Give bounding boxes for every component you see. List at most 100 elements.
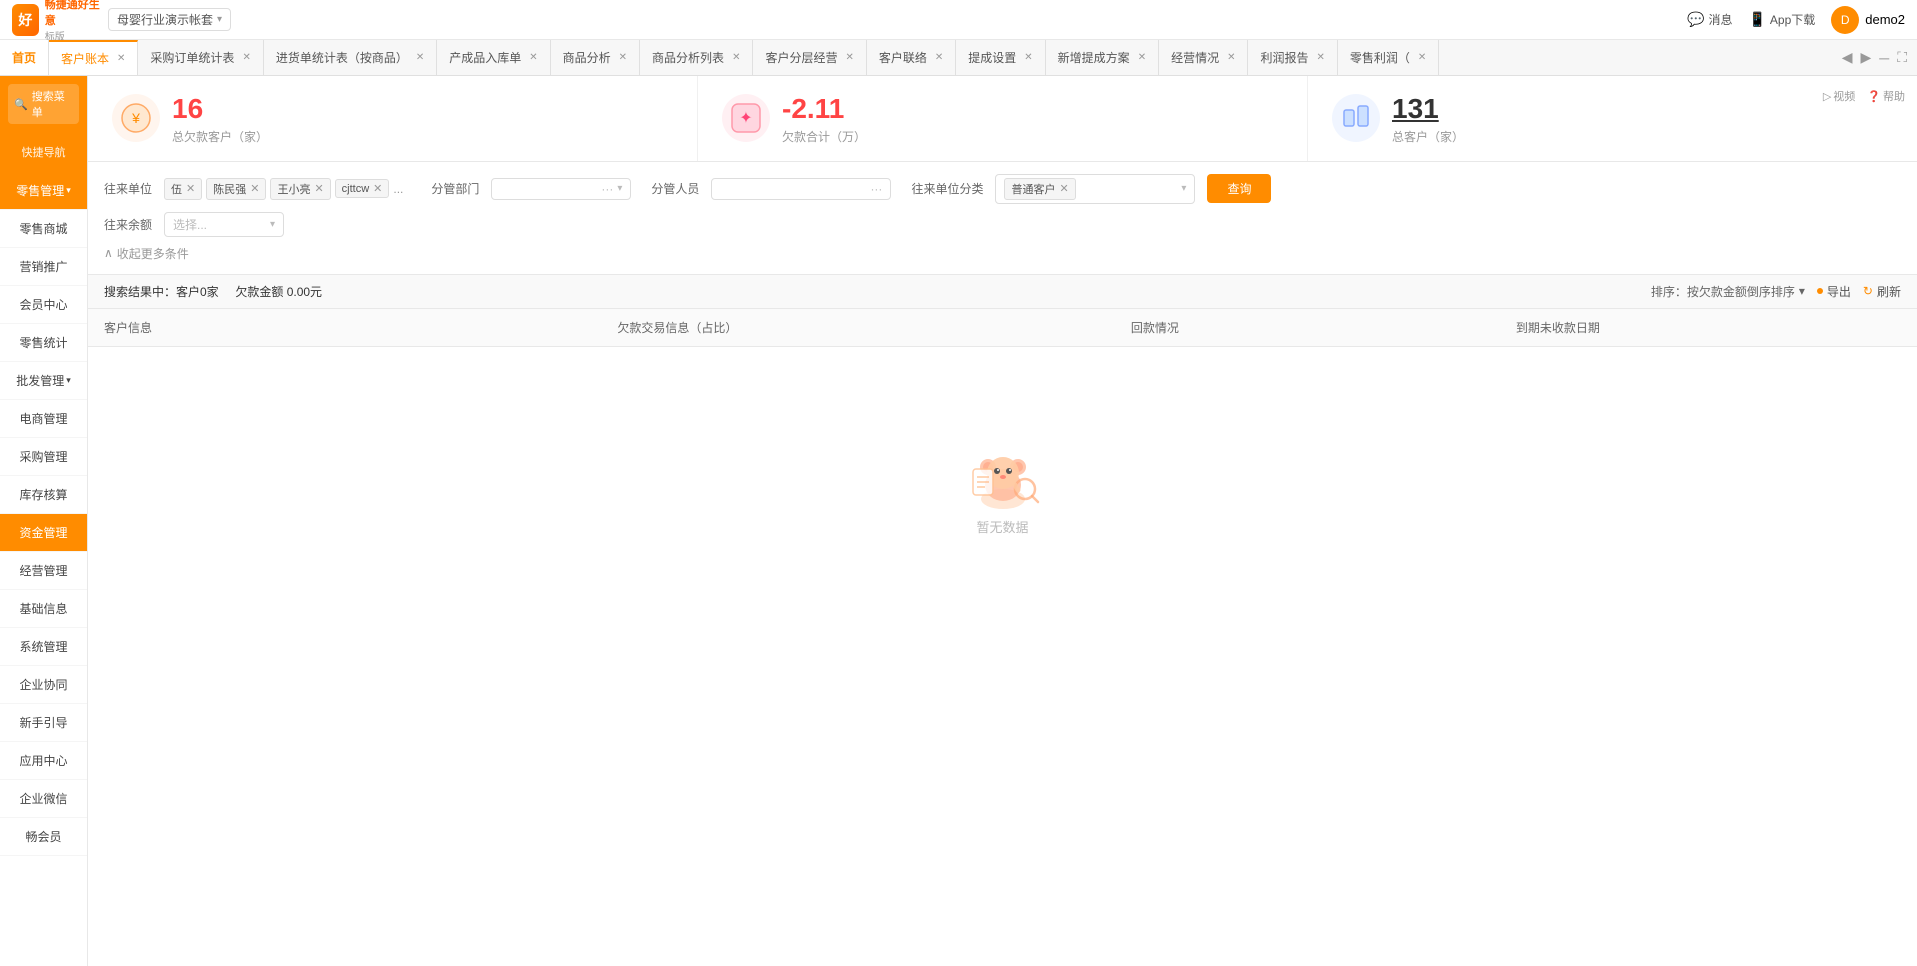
top-right-actions: 💬 消息 📱 App下载 D demo2 [1687, 6, 1905, 34]
avatar: D [1831, 6, 1859, 34]
unit-tag-chen: 陈民强 ✕ [206, 178, 266, 200]
tab-production-stock[interactable]: 产成品入库单 ✕ [437, 40, 550, 75]
user-menu-button[interactable]: D demo2 [1831, 6, 1905, 34]
tab-home[interactable]: 首页 [0, 40, 49, 75]
tab-retail-profit[interactable]: 零售利润（ ✕ [1338, 40, 1439, 75]
sidebar-item-app-center[interactable]: 应用中心 [0, 742, 87, 780]
refresh-button[interactable]: ↻ 刷新 [1863, 283, 1901, 300]
sidebar-item-retail-mall[interactable]: 零售商城 [0, 210, 87, 248]
unit-filter-label: 往来单位 [104, 180, 152, 197]
all-customers-icon [1332, 94, 1380, 142]
sidebar-item-quick-nav[interactable]: 快捷导航 [0, 136, 87, 168]
tab-customer-account[interactable]: 客户账本 ✕ [49, 40, 138, 75]
search-menu-button[interactable]: 🔍 搜索菜单 [0, 76, 87, 132]
tab-operation[interactable]: 经营情况 ✕ [1159, 40, 1248, 75]
help-button[interactable]: ❓ 帮助 [1867, 88, 1905, 104]
remove-unit-wu-button[interactable]: ✕ [186, 182, 195, 195]
search-icon: 🔍 [14, 98, 28, 111]
sidebar-item-retail-stats[interactable]: 零售统计 [0, 324, 87, 362]
chevron-icon: ▾ [66, 185, 71, 196]
app-download-button[interactable]: 📱 App下载 [1748, 11, 1815, 28]
close-icon[interactable]: ✕ [619, 52, 627, 63]
tab-maximize-icon[interactable]: ⛶ [1895, 47, 1909, 68]
sidebar-item-finance[interactable]: 资金管理 [0, 514, 87, 552]
col-debt-info: 欠款交易信息（占比） [617, 319, 1130, 336]
remove-unit-chen-button[interactable]: ✕ [250, 182, 259, 195]
sidebar-item-enterprise-wechat[interactable]: 企业微信 [0, 780, 87, 818]
close-icon[interactable]: ✕ [1024, 52, 1032, 63]
stat-total-debt: ✦ -2.11 欠款合计（万） [698, 76, 1308, 161]
tab-purchase-order[interactable]: 采购订单统计表 ✕ [138, 40, 263, 75]
svg-text:✦: ✦ [739, 110, 752, 127]
close-icon[interactable]: ✕ [529, 52, 537, 63]
unit-filter-tags: 伍 ✕ 陈民强 ✕ 王小亮 ✕ cjttcw ✕ ... [164, 178, 403, 200]
sidebar-item-wholesale[interactable]: 批发管理 ▾ [0, 362, 87, 400]
close-icon[interactable]: ✕ [416, 52, 424, 63]
sidebar-item-purchase[interactable]: 采购管理 [0, 438, 87, 476]
tab-product-analysis[interactable]: 商品分析 ✕ [551, 40, 640, 75]
sidebar-item-basic-info[interactable]: 基础信息 [0, 590, 87, 628]
remove-category-button[interactable]: ✕ [1059, 182, 1068, 195]
sidebar-item-member-plus[interactable]: 畅会员 [0, 818, 87, 856]
close-icon[interactable]: ✕ [732, 52, 740, 63]
sidebar-item-operation[interactable]: 经营管理 [0, 552, 87, 590]
tab-new-commission[interactable]: 新增提成方案 ✕ [1046, 40, 1159, 75]
selector-arrow-icon: ▾ [217, 14, 222, 25]
account-selector[interactable]: 母婴行业演示帐套 ▾ [108, 8, 231, 31]
tab-nav-controls: ◀ ▶ ─ ⛶ [1832, 47, 1917, 68]
close-icon[interactable]: ✕ [242, 52, 250, 63]
query-button[interactable]: 查询 [1207, 174, 1271, 203]
person-input[interactable]: ··· [711, 178, 891, 200]
collapse-filters-button[interactable]: ∧ 收起更多条件 [104, 245, 1901, 262]
close-icon[interactable]: ✕ [845, 52, 853, 63]
close-icon[interactable]: ✕ [117, 53, 125, 64]
tab-profit-report[interactable]: 利润报告 ✕ [1248, 40, 1337, 75]
balance-select[interactable]: 选择... ▾ [164, 212, 284, 237]
results-actions: 排序：按欠款金额倒序排序 ▾ 导出 ↻ 刷新 [1651, 283, 1901, 300]
tab-commission-settings[interactable]: 提成设置 ✕ [956, 40, 1045, 75]
category-tag-normal: 普通客户 ✕ [1004, 178, 1075, 200]
tab-customer-contact[interactable]: 客户联络 ✕ [867, 40, 956, 75]
sort-button[interactable]: 排序：按欠款金额倒序排序 ▾ [1651, 283, 1805, 300]
sidebar-item-inventory[interactable]: 库存核算 [0, 476, 87, 514]
stat-debt-number: -2.11 [782, 92, 866, 126]
stat-help-buttons: ▷ 视频 ❓ 帮助 [1823, 88, 1905, 104]
export-icon [1817, 288, 1823, 294]
message-button[interactable]: 💬 消息 [1687, 11, 1732, 28]
person-more-icon: ··· [870, 182, 882, 196]
tab-customer-tier[interactable]: 客户分层经营 ✕ [753, 40, 866, 75]
export-button[interactable]: 导出 [1817, 283, 1851, 300]
tab-scroll-right-icon[interactable]: ▶ [1858, 47, 1873, 68]
remove-unit-cjttcw-button[interactable]: ✕ [373, 182, 382, 195]
tab-product-analysis-list[interactable]: 商品分析列表 ✕ [640, 40, 753, 75]
sidebar-item-retail[interactable]: 零售管理 ▾ [0, 172, 87, 210]
sidebar-item-ecommerce[interactable]: 电商管理 [0, 400, 87, 438]
tab-scroll-left-icon[interactable]: ◀ [1840, 47, 1855, 68]
unit-tag-wu: 伍 ✕ [164, 178, 202, 200]
unit-tag-wang: 王小亮 ✕ [270, 178, 330, 200]
dept-select[interactable]: ··· ▾ [491, 178, 631, 200]
video-icon: ▷ [1823, 90, 1831, 103]
close-icon[interactable]: ✕ [1418, 52, 1426, 63]
collapse-icon: ∧ [104, 246, 113, 260]
sidebar: 🔍 搜索菜单 快捷导航 零售管理 ▾ 零售商城 营销推广 会员中心 零售统计 批… [0, 76, 88, 966]
close-icon[interactable]: ✕ [1138, 52, 1146, 63]
sidebar-item-member[interactable]: 会员中心 [0, 286, 87, 324]
close-icon[interactable]: ✕ [935, 52, 943, 63]
category-select[interactable]: 普通客户 ✕ ▾ [995, 174, 1195, 204]
close-icon[interactable]: ✕ [1227, 52, 1235, 63]
tab-stock-stats[interactable]: 进货单统计表（按商品） ✕ [264, 40, 437, 75]
chevron-icon: ▾ [66, 375, 71, 386]
video-help-button[interactable]: ▷ 视频 [1823, 88, 1855, 104]
sidebar-menu: 零售管理 ▾ 零售商城 营销推广 会员中心 零售统计 批发管理 ▾ 电商管理 采… [0, 172, 87, 966]
sidebar-item-marketing[interactable]: 营销推广 [0, 248, 87, 286]
close-icon[interactable]: ✕ [1317, 52, 1325, 63]
more-units-button[interactable]: ... [393, 182, 403, 196]
stat-all-customers-label: 总客户（家） [1392, 128, 1464, 145]
logo-text: 畅捷通好生意 标版 [45, 0, 100, 43]
tab-minimize-icon[interactable]: ─ [1877, 48, 1891, 68]
sidebar-item-system[interactable]: 系统管理 [0, 628, 87, 666]
sidebar-item-enterprise[interactable]: 企业协同 [0, 666, 87, 704]
remove-unit-wang-button[interactable]: ✕ [314, 182, 323, 195]
sidebar-item-guide[interactable]: 新手引导 [0, 704, 87, 742]
